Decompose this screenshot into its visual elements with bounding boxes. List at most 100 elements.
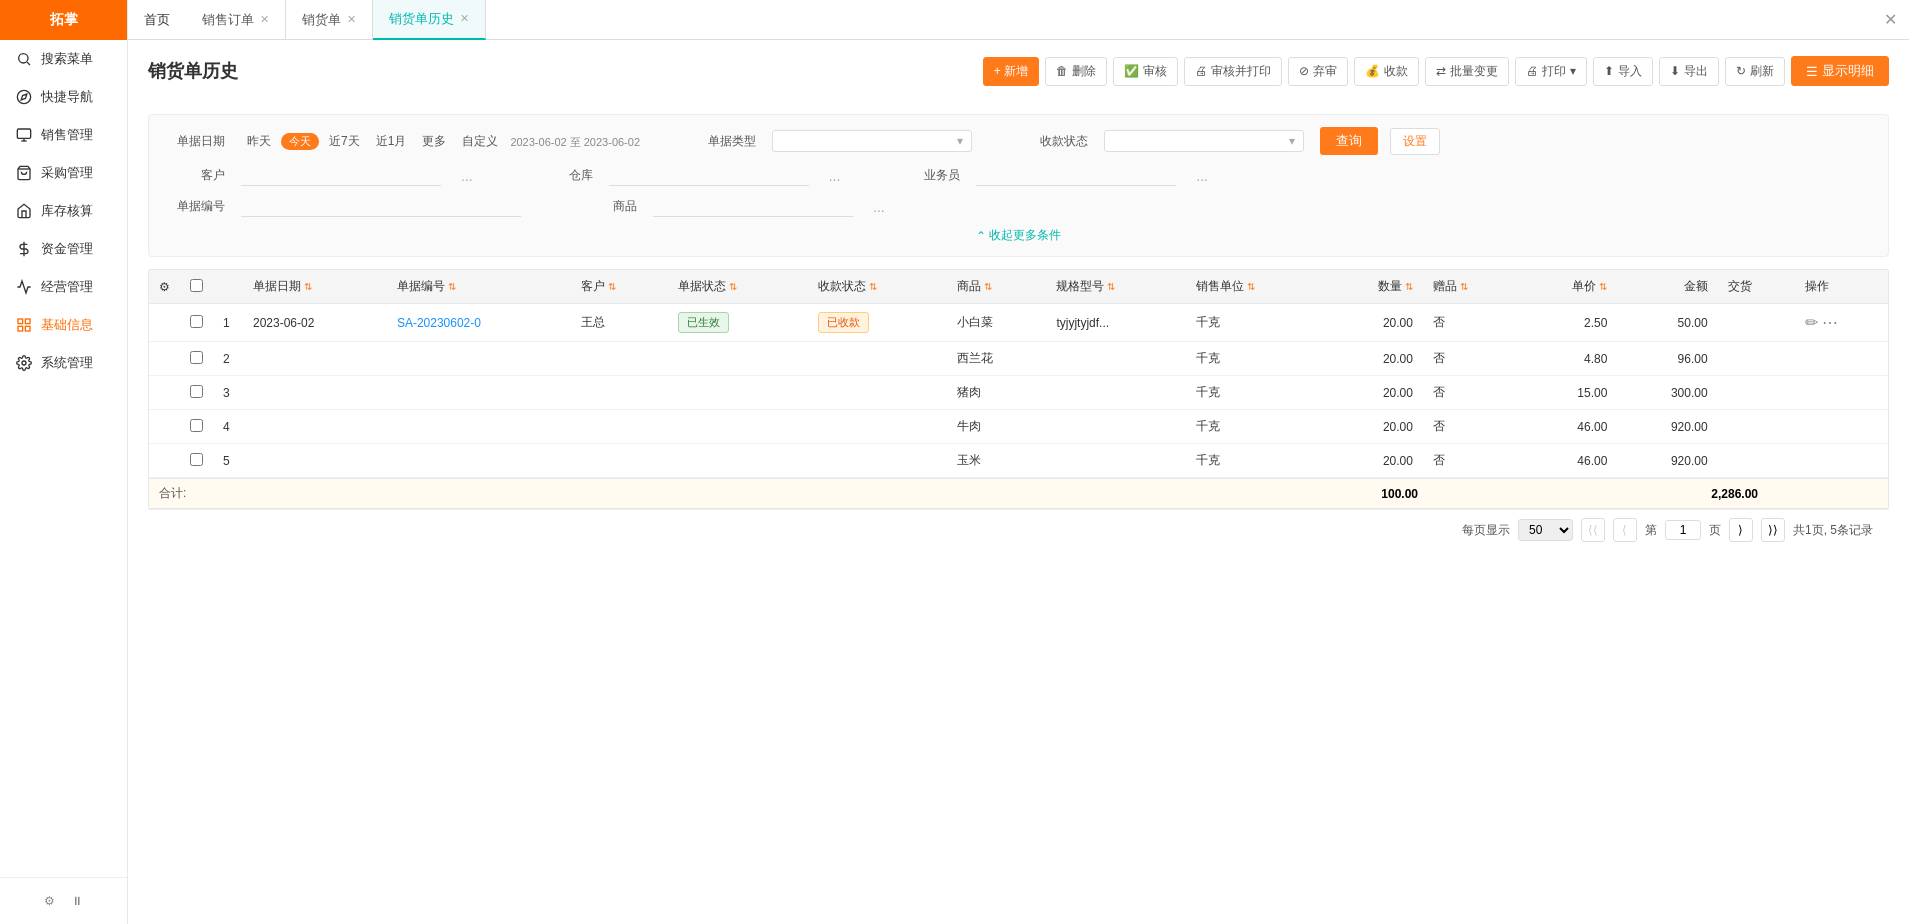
import-button[interactable]: ⬆ 导入: [1593, 57, 1653, 86]
row-checkbox[interactable]: [190, 419, 203, 432]
th-goods[interactable]: 商品 ⇅: [947, 270, 1046, 304]
th-doc-status[interactable]: 单据状态 ⇅: [668, 270, 808, 304]
page-last-btn[interactable]: ⟩⟩: [1761, 518, 1785, 542]
edit-btn[interactable]: ✏: [1805, 313, 1818, 332]
cell-check[interactable]: [180, 304, 213, 342]
goods-dots[interactable]: ...: [869, 199, 889, 215]
table-footer-sum: 合计: 100.00 2,286.00: [149, 478, 1888, 508]
table-row: 1 2023-06-02 SA-20230602-0 王总 已生效 已收款 小白…: [149, 304, 1888, 342]
cell-transaction: [1718, 444, 1796, 478]
th-gear[interactable]: ⚙: [149, 270, 180, 304]
cell-amount: 50.00: [1617, 304, 1717, 342]
th-price[interactable]: 单价 ⇅: [1520, 270, 1617, 304]
collapse-up-icon: ⌃: [976, 229, 986, 243]
filter-row-1: 单据日期 昨天 今天 近7天 近1月 更多 自定义 2023-06-02 至 2…: [165, 127, 1872, 155]
print-button[interactable]: 🖨 打印 ▾: [1515, 57, 1587, 86]
cell-doc-no[interactable]: SA-20230602-0: [387, 304, 571, 342]
page-prev-btn[interactable]: ⟨: [1613, 518, 1637, 542]
sidebar-item-purchase-mgmt[interactable]: 采购管理: [0, 154, 127, 192]
settings-bottom-icon[interactable]: ⚙: [44, 894, 55, 908]
cell-check[interactable]: [180, 342, 213, 376]
gear-icon[interactable]: ⚙: [159, 280, 170, 294]
cell-check[interactable]: [180, 410, 213, 444]
type-select[interactable]: ▾: [772, 130, 972, 152]
doc-no-input[interactable]: [241, 196, 521, 217]
window-close-btn[interactable]: ✕: [1872, 0, 1909, 40]
pause-bottom-icon[interactable]: ⏸: [71, 894, 83, 908]
collapse-button[interactable]: ⌃ 收起更多条件: [976, 227, 1061, 244]
delete-button[interactable]: 🗑 删除: [1045, 57, 1107, 86]
customer-input[interactable]: [241, 165, 441, 186]
sidebar-item-finance[interactable]: 资金管理: [0, 230, 127, 268]
collect-button[interactable]: 💰 收款: [1354, 57, 1419, 86]
tab-close-sales-goods[interactable]: ✕: [347, 13, 356, 26]
abandon-button[interactable]: ⊘ 弃审: [1288, 57, 1348, 86]
cell-doc-status: 已生效: [668, 304, 808, 342]
page-input[interactable]: [1665, 520, 1701, 540]
tab-close-sales-order[interactable]: ✕: [260, 13, 269, 26]
salesperson-dots[interactable]: ...: [1192, 168, 1212, 184]
goods-input[interactable]: [653, 196, 853, 217]
refresh-button[interactable]: ↻ 刷新: [1725, 57, 1785, 86]
more-btn[interactable]: ⋯: [1822, 313, 1838, 332]
query-button[interactable]: 查询: [1320, 127, 1378, 155]
date-tag-yesterday[interactable]: 昨天: [241, 132, 277, 151]
cell-check[interactable]: [180, 376, 213, 410]
th-qty[interactable]: 数量 ⇅: [1326, 270, 1423, 304]
new-button[interactable]: + 新增: [983, 57, 1039, 86]
select-all-checkbox[interactable]: [190, 279, 203, 292]
page-next-btn[interactable]: ⟩: [1729, 518, 1753, 542]
th-payment-status[interactable]: 收款状态 ⇅: [808, 270, 948, 304]
sidebar-item-basic-info[interactable]: 基础信息: [0, 306, 127, 344]
sidebar-item-system[interactable]: 系统管理: [0, 344, 127, 382]
show-detail-button[interactable]: ☰ 显示明细: [1791, 56, 1889, 86]
date-tag-today[interactable]: 今天: [281, 133, 319, 150]
sidebar-item-search-menu[interactable]: 搜索菜单: [0, 40, 127, 78]
th-doc-no[interactable]: 单据编号 ⇅: [387, 270, 571, 304]
date-tag-1month[interactable]: 近1月: [370, 132, 413, 151]
th-gift[interactable]: 赠品 ⇅: [1423, 270, 1520, 304]
tab-sales-goods[interactable]: 销货单 ✕: [286, 0, 373, 40]
th-spec[interactable]: 规格型号 ⇅: [1046, 270, 1186, 304]
batch-change-button[interactable]: ⇄ 批量变更: [1425, 57, 1509, 86]
page-first-btn[interactable]: ⟨⟨: [1581, 518, 1605, 542]
th-customer[interactable]: 客户 ⇅: [571, 270, 668, 304]
tab-close-sales-history[interactable]: ✕: [460, 12, 469, 25]
warehouse-input[interactable]: [609, 165, 809, 186]
payment-status-arrow: ▾: [1289, 134, 1295, 148]
cell-check[interactable]: [180, 444, 213, 478]
th-action: 操作: [1795, 270, 1888, 304]
date-tag-more[interactable]: 更多: [416, 132, 452, 151]
row-checkbox[interactable]: [190, 385, 203, 398]
th-check[interactable]: [180, 270, 213, 304]
sidebar-item-quick-nav[interactable]: 快捷导航: [0, 78, 127, 116]
row-checkbox[interactable]: [190, 351, 203, 364]
audit-button[interactable]: ✅ 审核: [1113, 57, 1178, 86]
audit-print-button[interactable]: 🖨 审核并打印: [1184, 57, 1282, 86]
tab-sales-order[interactable]: 销售订单 ✕: [186, 0, 286, 40]
sidebar-item-inventory[interactable]: 库存核算: [0, 192, 127, 230]
date-tag-7days[interactable]: 近7天: [323, 132, 366, 151]
basic-info-icon: [15, 316, 33, 334]
date-tag-custom[interactable]: 自定义: [456, 132, 504, 151]
row-checkbox[interactable]: [190, 315, 203, 328]
warehouse-dots[interactable]: ...: [825, 168, 845, 184]
per-page-select[interactable]: 50 20 100: [1518, 519, 1573, 541]
row-checkbox[interactable]: [190, 453, 203, 466]
customer-dots[interactable]: ...: [457, 168, 477, 184]
tab-home[interactable]: 首页: [128, 0, 186, 40]
cell-spec: [1046, 410, 1186, 444]
svg-rect-12: [18, 326, 23, 331]
sidebar-item-sales-mgmt[interactable]: 销售管理: [0, 116, 127, 154]
th-unit[interactable]: 销售单位 ⇅: [1186, 270, 1326, 304]
sidebar-item-operations[interactable]: 经营管理: [0, 268, 127, 306]
date-tags: 昨天 今天 近7天 近1月 更多 自定义: [241, 132, 504, 151]
payment-status-select[interactable]: ▾: [1104, 130, 1304, 152]
export-button[interactable]: ⬇ 导出: [1659, 57, 1719, 86]
salesperson-input[interactable]: [976, 165, 1176, 186]
table-row: 3 猪肉 千克 20.00 否 15.00 300.00: [149, 376, 1888, 410]
th-doc-date[interactable]: 单据日期 ⇅: [243, 270, 387, 304]
doc-no-link[interactable]: SA-20230602-0: [397, 316, 481, 330]
tab-sales-history[interactable]: 销货单历史 ✕: [373, 0, 486, 40]
filter-settings-button[interactable]: 设置: [1390, 128, 1440, 155]
